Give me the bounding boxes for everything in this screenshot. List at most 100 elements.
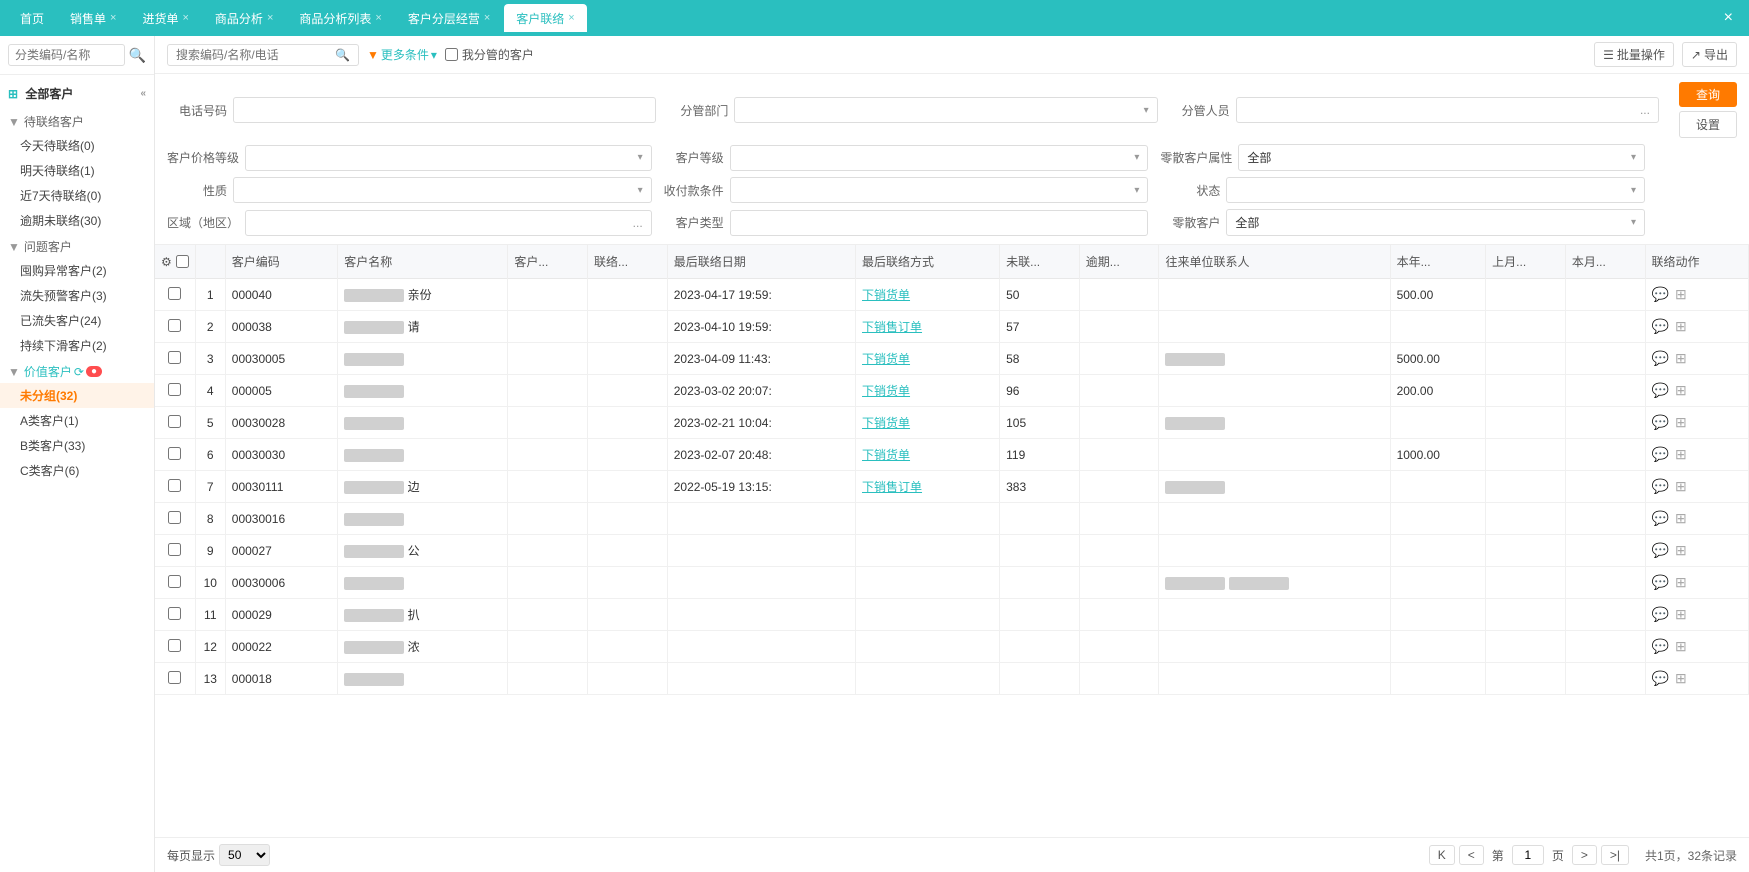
sidebar-search-input[interactable] xyxy=(8,44,125,66)
row-checkbox[interactable] xyxy=(168,607,181,620)
tab-customer-segment[interactable]: 客户分层经营 × xyxy=(396,4,502,32)
sidebar-collapse-icon[interactable]: « xyxy=(140,88,146,99)
prev-page-btn[interactable]: < xyxy=(1459,845,1484,865)
refresh-icon[interactable]: ⟳ xyxy=(74,365,84,379)
row-checkbox[interactable] xyxy=(168,671,181,684)
sidebar-item-7days[interactable]: 近7天待联络(0) xyxy=(0,183,154,208)
person-more-dots[interactable]: ... xyxy=(1640,103,1650,117)
tab-product-analysis-close[interactable]: × xyxy=(267,12,273,24)
grid-action-icon[interactable]: ⊞ xyxy=(1675,606,1687,623)
tab-sales-close[interactable]: × xyxy=(110,12,116,24)
sidebar-item-class-b[interactable]: B类客户(33) xyxy=(0,433,154,458)
dept-select[interactable]: ▾ xyxy=(734,97,1157,123)
sidebar-section-value[interactable]: ▼ 价值客户 ⟳ ● xyxy=(0,358,154,383)
grid-action-icon[interactable]: ⊞ xyxy=(1675,574,1687,591)
row-checkbox[interactable] xyxy=(168,479,181,492)
chat-action-icon[interactable]: 💬 xyxy=(1652,414,1669,431)
chat-action-icon[interactable]: 💬 xyxy=(1652,510,1669,527)
person-input[interactable]: ... xyxy=(1236,97,1659,123)
sidebar-item-class-a[interactable]: A类客户(1) xyxy=(0,408,154,433)
tab-home[interactable]: 首页 xyxy=(8,4,56,32)
contact-method-link[interactable]: 下销货单 xyxy=(862,448,910,462)
chat-action-icon[interactable]: 💬 xyxy=(1652,542,1669,559)
sidebar-item-class-c[interactable]: C类客户(6) xyxy=(0,458,154,483)
window-close-button[interactable]: × xyxy=(1716,9,1741,27)
chat-action-icon[interactable]: 💬 xyxy=(1652,638,1669,655)
row-checkbox[interactable] xyxy=(168,351,181,364)
grid-action-icon[interactable]: ⊞ xyxy=(1675,414,1687,431)
sidebar-item-today[interactable]: 今天待联络(0) xyxy=(0,133,154,158)
select-all-checkbox[interactable] xyxy=(176,255,189,268)
grid-action-icon[interactable]: ⊞ xyxy=(1675,542,1687,559)
per-page-select[interactable]: 50 20 100 xyxy=(219,844,270,866)
row-checkbox[interactable] xyxy=(168,383,181,396)
grid-action-icon[interactable]: ⊞ xyxy=(1675,286,1687,303)
tab-purchase-close[interactable]: × xyxy=(182,12,188,24)
contact-method-link[interactable]: 下销售订单 xyxy=(862,320,922,334)
customer-level-select[interactable]: ▾ xyxy=(730,145,1149,171)
chat-action-icon[interactable]: 💬 xyxy=(1652,318,1669,335)
last-page-btn[interactable]: >| xyxy=(1601,845,1629,865)
grid-action-icon[interactable]: ⊞ xyxy=(1675,382,1687,399)
contact-method-link[interactable]: 下销货单 xyxy=(862,384,910,398)
reset-button[interactable]: 设置 xyxy=(1679,111,1737,138)
my-customers-checkbox[interactable] xyxy=(445,48,458,61)
sidebar-section-waiting[interactable]: ▼ 待联络客户 xyxy=(0,108,154,133)
chat-action-icon[interactable]: 💬 xyxy=(1652,286,1669,303)
tab-sales[interactable]: 销售单 × xyxy=(58,4,128,32)
phone-input[interactable] xyxy=(233,97,656,123)
grid-action-icon[interactable]: ⊞ xyxy=(1675,638,1687,655)
sidebar-item-churn-warning[interactable]: 流失预警客户(3) xyxy=(0,283,154,308)
chat-action-icon[interactable]: 💬 xyxy=(1652,574,1669,591)
row-checkbox[interactable] xyxy=(168,447,181,460)
sidebar-item-overdue[interactable]: 逾期未联络(30) xyxy=(0,208,154,233)
main-search-icon[interactable]: 🔍 xyxy=(335,48,350,62)
row-checkbox[interactable] xyxy=(168,287,181,300)
page-number-input[interactable] xyxy=(1512,845,1544,865)
tab-product-analysis[interactable]: 商品分析 × xyxy=(203,4,285,32)
contact-method-link[interactable]: 下销货单 xyxy=(862,352,910,366)
payment-select[interactable]: ▾ xyxy=(730,177,1149,203)
region-input[interactable]: ... xyxy=(245,210,652,236)
row-checkbox[interactable] xyxy=(168,415,181,428)
settings-icon[interactable]: ⚙ xyxy=(161,255,172,269)
sidebar-item-hoarding[interactable]: 囤购异常客户(2) xyxy=(0,258,154,283)
cust-type-input[interactable] xyxy=(730,210,1149,236)
grid-action-icon[interactable]: ⊞ xyxy=(1675,670,1687,687)
chat-action-icon[interactable]: 💬 xyxy=(1652,446,1669,463)
status-select[interactable]: ▾ xyxy=(1226,177,1645,203)
sidebar-item-churned[interactable]: 已流失客户(24) xyxy=(0,308,154,333)
grid-action-icon[interactable]: ⊞ xyxy=(1675,350,1687,367)
grid-action-icon[interactable]: ⊞ xyxy=(1675,446,1687,463)
sidebar-item-ungroup[interactable]: 未分组(32) xyxy=(0,383,154,408)
contact-method-link[interactable]: 下销货单 xyxy=(862,416,910,430)
tab-customer-segment-close[interactable]: × xyxy=(484,12,490,24)
sidebar-item-tomorrow[interactable]: 明天待联络(1) xyxy=(0,158,154,183)
my-customers-filter[interactable]: 我分管的客户 xyxy=(445,46,534,63)
chat-action-icon[interactable]: 💬 xyxy=(1652,670,1669,687)
row-checkbox[interactable] xyxy=(168,543,181,556)
chat-action-icon[interactable]: 💬 xyxy=(1652,478,1669,495)
batch-operation-btn[interactable]: ☰ 批量操作 xyxy=(1594,42,1674,67)
grid-action-icon[interactable]: ⊞ xyxy=(1675,478,1687,495)
next-page-btn[interactable]: > xyxy=(1572,845,1597,865)
tab-product-analysis-list[interactable]: 商品分析列表 × xyxy=(287,4,393,32)
row-checkbox[interactable] xyxy=(168,511,181,524)
contact-method-link[interactable]: 下销货单 xyxy=(862,288,910,302)
sidebar-search-icon[interactable]: 🔍 xyxy=(129,47,146,64)
nature-select[interactable]: ▾ xyxy=(233,177,652,203)
export-btn[interactable]: ↗ 导出 xyxy=(1682,42,1737,67)
sidebar-item-declining[interactable]: 持续下滑客户(2) xyxy=(0,333,154,358)
tab-customer-contact[interactable]: 客户联络 × xyxy=(504,4,586,32)
grid-action-icon[interactable]: ⊞ xyxy=(1675,510,1687,527)
chat-action-icon[interactable]: 💬 xyxy=(1652,382,1669,399)
row-checkbox[interactable] xyxy=(168,639,181,652)
first-page-btn[interactable]: K xyxy=(1429,845,1455,865)
sidebar-all-customers[interactable]: ⊞ 全部客户 « xyxy=(0,79,154,108)
tab-customer-contact-close[interactable]: × xyxy=(568,12,574,24)
grid-action-icon[interactable]: ⊞ xyxy=(1675,318,1687,335)
main-search-input[interactable] xyxy=(176,48,331,62)
chat-action-icon[interactable]: 💬 xyxy=(1652,606,1669,623)
tab-purchase[interactable]: 进货单 × xyxy=(130,4,200,32)
row-checkbox[interactable] xyxy=(168,319,181,332)
